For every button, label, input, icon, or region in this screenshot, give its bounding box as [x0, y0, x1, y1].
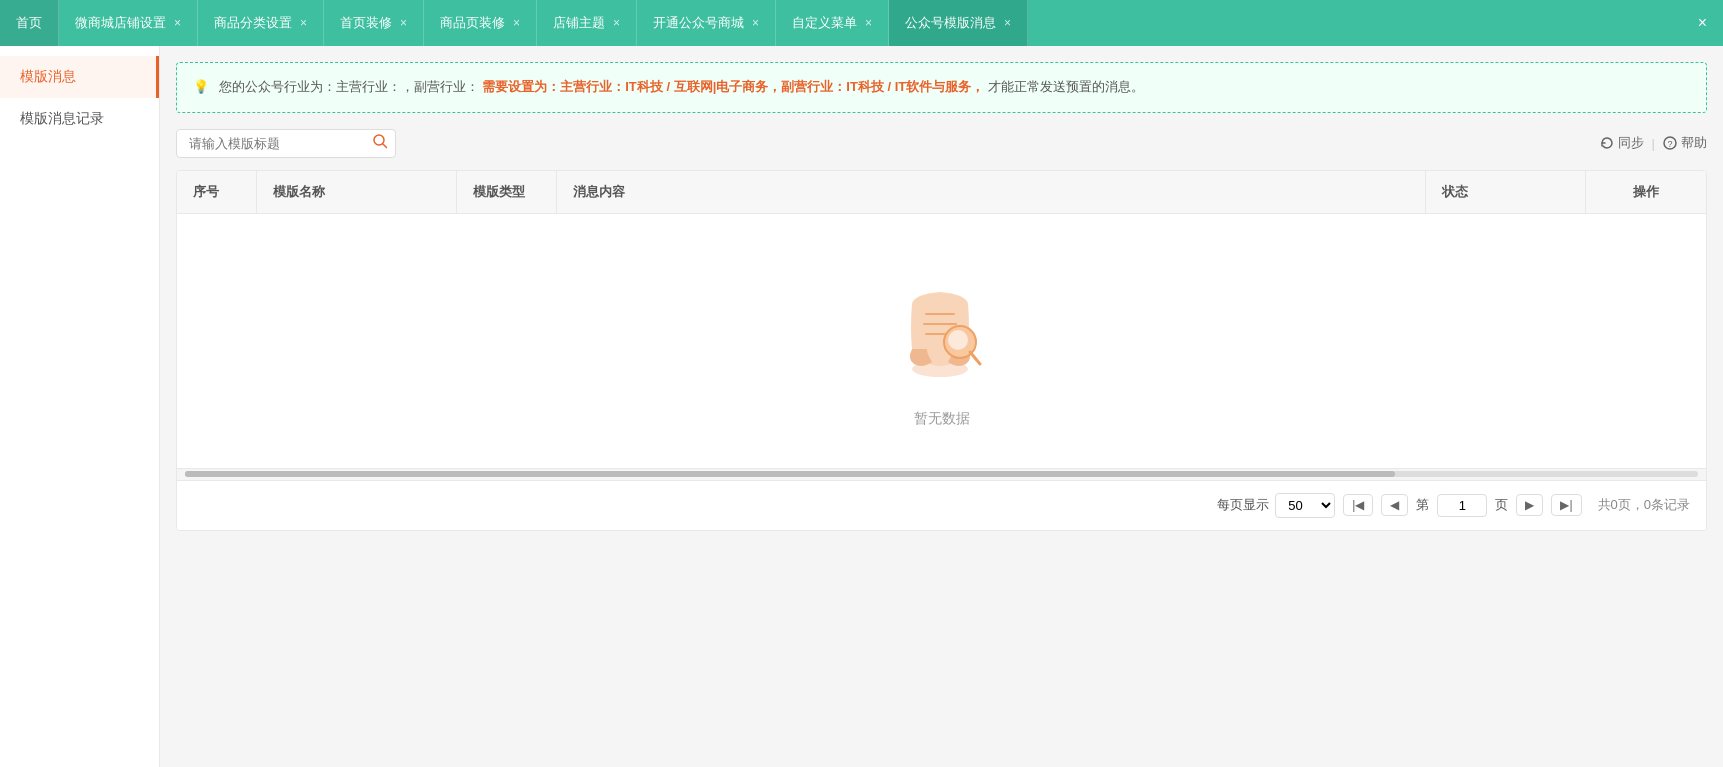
col-header-type: 模版类型	[457, 171, 557, 213]
nav-custom-menu[interactable]: 自定义菜单 ×	[776, 0, 889, 46]
search-icon	[372, 133, 388, 149]
main-layout: 模版消息 模版消息记录 💡 您的公众号行业为：主营行业：，副营行业： 需要设置为…	[0, 46, 1723, 767]
nav-open-mall[interactable]: 开通公众号商城 ×	[637, 0, 776, 46]
nav-category[interactable]: 商品分类设置 ×	[198, 0, 324, 46]
nav-template-msg[interactable]: 公众号模版消息 ×	[889, 0, 1028, 46]
page-prev-button[interactable]: ◀	[1381, 494, 1408, 516]
help-button[interactable]: ? 帮助	[1663, 134, 1707, 152]
page-next-button[interactable]: ▶	[1516, 494, 1543, 516]
nav-template-msg-label: 公众号模版消息	[905, 14, 996, 32]
sidebar-item-template-record-label: 模版消息记录	[20, 110, 104, 126]
notice-box: 💡 您的公众号行业为：主营行业：，副营行业： 需要设置为：主营行业：IT科技 /…	[176, 62, 1707, 113]
col-header-status: 状态	[1426, 171, 1586, 213]
close-icon[interactable]: ×	[300, 16, 307, 30]
close-icon[interactable]: ×	[865, 16, 872, 30]
empty-text: 暂无数据	[914, 410, 970, 428]
close-icon[interactable]: ×	[513, 16, 520, 30]
help-label: 帮助	[1681, 134, 1707, 152]
empty-illustration	[882, 274, 1002, 394]
search-input[interactable]	[176, 129, 396, 158]
help-icon: ?	[1663, 136, 1677, 150]
close-icon[interactable]: ×	[174, 16, 181, 30]
sidebar-item-template-record[interactable]: 模版消息记录	[0, 98, 159, 140]
sync-icon	[1600, 136, 1614, 150]
empty-state: 暂无数据	[177, 214, 1706, 468]
col-header-seq: 序号	[177, 171, 257, 213]
nav-custom-menu-label: 自定义菜单	[792, 14, 857, 32]
sync-button[interactable]: 同步	[1600, 134, 1644, 152]
nav-store-theme-label: 店铺主题	[553, 14, 605, 32]
col-header-content: 消息内容	[557, 171, 1426, 213]
close-icon[interactable]: ×	[400, 16, 407, 30]
svg-line-1	[383, 144, 387, 148]
scrollbar-thumb	[185, 471, 1395, 477]
scrollbar-track	[185, 471, 1698, 477]
sync-label: 同步	[1618, 134, 1644, 152]
notice-suffix: 才能正常发送预置的消息。	[988, 79, 1144, 94]
svg-text:?: ?	[1667, 139, 1672, 149]
data-table: 序号 模版名称 模版类型 消息内容 状态 操作	[176, 170, 1707, 531]
close-icon[interactable]: ×	[1004, 16, 1011, 30]
pagination: 每页显示 50 10 20 100 |◀ ◀ 第 页 ▶ ▶| 共0页，0条记录	[177, 480, 1706, 530]
svg-line-10	[970, 352, 980, 364]
divider: |	[1652, 136, 1655, 151]
page-size-label: 每页显示	[1217, 496, 1269, 514]
page-last-button[interactable]: ▶|	[1551, 494, 1581, 516]
nav-store-theme[interactable]: 店铺主题 ×	[537, 0, 637, 46]
nav-category-label: 商品分类设置	[214, 14, 292, 32]
nav-home-label: 首页	[16, 14, 42, 32]
sidebar-item-template-message[interactable]: 模版消息	[0, 56, 159, 98]
sidebar-item-template-message-label: 模版消息	[20, 68, 76, 84]
nav-homepage-dec-label: 首页装修	[340, 14, 392, 32]
search-left	[176, 129, 396, 158]
nav-wechat-store[interactable]: 微商城店铺设置 ×	[59, 0, 198, 46]
nav-home[interactable]: 首页	[0, 0, 59, 46]
top-navigation: 首页 微商城店铺设置 × 商品分类设置 × 首页装修 × 商品页装修 × 店铺主…	[0, 0, 1723, 46]
empty-svg	[882, 274, 1002, 394]
page-size-control: 每页显示 50 10 20 100	[1217, 493, 1335, 518]
page-label-prefix: 第	[1416, 496, 1429, 514]
search-right: 同步 | ? 帮助	[1600, 134, 1707, 152]
close-icon[interactable]: ×	[613, 16, 620, 30]
close-icon[interactable]: ×	[752, 16, 759, 30]
nav-wechat-store-label: 微商城店铺设置	[75, 14, 166, 32]
content-area: 💡 您的公众号行业为：主营行业：，副营行业： 需要设置为：主营行业：IT科技 /…	[160, 46, 1723, 767]
sidebar: 模版消息 模版消息记录	[0, 46, 160, 767]
page-number-input[interactable]	[1437, 494, 1487, 517]
search-button[interactable]	[372, 133, 388, 153]
horizontal-scrollbar[interactable]	[177, 468, 1706, 480]
nav-homepage-dec[interactable]: 首页装修 ×	[324, 0, 424, 46]
page-size-select[interactable]: 50 10 20 100	[1275, 493, 1335, 518]
page-total-info: 共0页，0条记录	[1598, 496, 1690, 514]
page-unit-label: 页	[1495, 496, 1508, 514]
col-header-name: 模版名称	[257, 171, 457, 213]
col-header-action: 操作	[1586, 171, 1706, 213]
table-header: 序号 模版名称 模版类型 消息内容 状态 操作	[177, 171, 1706, 214]
svg-point-9	[948, 330, 968, 350]
global-close-button[interactable]: ×	[1682, 0, 1723, 46]
nav-product-dec-label: 商品页装修	[440, 14, 505, 32]
notice-highlight: 需要设置为：主营行业：IT科技 / 互联网|电子商务，副营行业：IT科技 / I…	[482, 79, 984, 94]
nav-product-dec[interactable]: 商品页装修 ×	[424, 0, 537, 46]
notice-icon: 💡	[193, 79, 209, 94]
search-bar: 同步 | ? 帮助	[176, 129, 1707, 158]
nav-open-mall-label: 开通公众号商城	[653, 14, 744, 32]
notice-prefix: 您的公众号行业为：主营行业：，副营行业：	[219, 79, 479, 94]
page-first-button[interactable]: |◀	[1343, 494, 1373, 516]
